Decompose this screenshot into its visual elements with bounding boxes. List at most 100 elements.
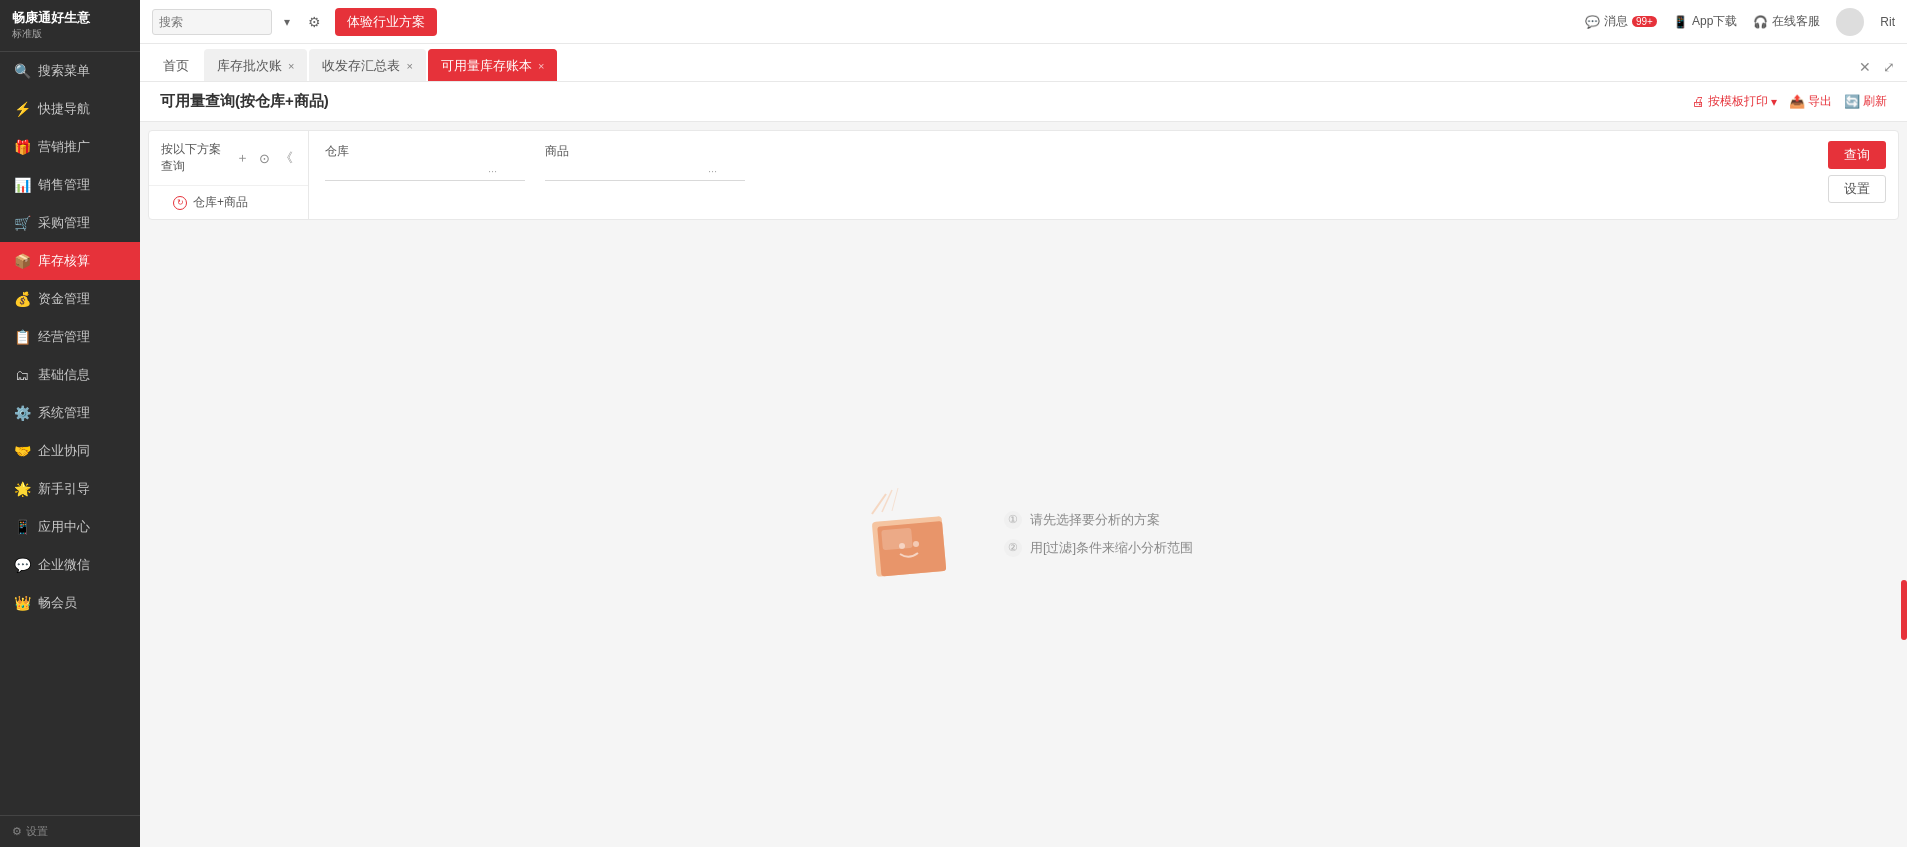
sidebar-item-inventory[interactable]: 📦 库存核算	[0, 242, 140, 280]
sidebar-item-icon-sys-mgmt: ⚙️	[14, 405, 30, 421]
sidebar-item-icon-sales-mgmt: 📊	[14, 177, 30, 193]
topbar-gear-btn[interactable]: ⚙	[302, 12, 327, 32]
tab-close-available-account[interactable]: ×	[538, 60, 544, 72]
sidebar-item-sys-mgmt[interactable]: ⚙️ 系统管理	[0, 394, 140, 432]
svg-line-3	[882, 490, 892, 512]
sidebar-item-icon-search: 🔍	[14, 63, 30, 79]
refresh-icon: 🔄	[1844, 94, 1860, 109]
scheme-item-label: 仓库+商品	[193, 194, 248, 211]
scheme-settings-btn[interactable]: ⊙	[256, 150, 273, 167]
sidebar-item-search[interactable]: 🔍 搜索菜单	[0, 52, 140, 90]
export-icon: 📤	[1789, 94, 1805, 109]
sidebar-item-label-marketing-promo: 营销推广	[38, 138, 90, 156]
topbar-message-item[interactable]: 💬 消息 99+	[1585, 13, 1657, 30]
step2-circle: ②	[1004, 539, 1022, 557]
empty-text: ① 请先选择要分析的方案 ② 用[过滤]条件来缩小分析范围	[1004, 511, 1193, 557]
scheme-panel-title: 按以下方案查询	[161, 141, 229, 175]
support-icon: 🎧	[1753, 15, 1768, 29]
message-badge: 99+	[1632, 16, 1657, 27]
sidebar-bottom-label: 设置	[26, 824, 48, 839]
app-download-label: App下载	[1692, 13, 1737, 30]
warehouse-more-btn[interactable]: ···	[485, 165, 500, 177]
goods-input[interactable]	[545, 164, 705, 178]
sidebar-item-enterprise[interactable]: 🤝 企业协同	[0, 432, 140, 470]
filter-fields: 仓库 ··· 商品 ···	[309, 131, 1816, 219]
expand-btn[interactable]: ⤢	[1881, 57, 1897, 77]
query-btn[interactable]: 查询	[1828, 141, 1886, 169]
export-btn[interactable]: 📤 导出	[1789, 93, 1832, 110]
sidebar-item-label-sys-mgmt: 系统管理	[38, 404, 90, 422]
page-header: 可用量查询(按仓库+商品) 🖨 按模板打印 ▾ 📤 导出 🔄 刷新	[140, 82, 1907, 122]
topbar-dropdown-btn[interactable]: ▾	[280, 13, 294, 31]
sidebar-item-icon-marketing-promo: 🎁	[14, 139, 30, 155]
sidebar-item-label-member: 畅会员	[38, 594, 77, 612]
print-icon: 🖨	[1692, 94, 1705, 109]
sidebar-item-newbie[interactable]: 🌟 新手引导	[0, 470, 140, 508]
scheme-item-warehouse-goods[interactable]: ↻ 仓库+商品	[149, 186, 308, 219]
sidebar-item-label-sales-mgmt: 销售管理	[38, 176, 90, 194]
sidebar-item-icon-member: 👑	[14, 595, 30, 611]
message-icon: 💬	[1585, 15, 1600, 29]
sidebar-item-label-shortcut: 快捷导航	[38, 100, 90, 118]
sidebar-item-icon-newbie: 🌟	[14, 481, 30, 497]
topbar-trial-btn[interactable]: 体验行业方案	[335, 8, 437, 36]
sidebar-item-icon-base-info: 🗂	[14, 367, 30, 383]
sidebar-scroll: 🔍 搜索菜单 ⚡ 快捷导航 🎁 营销推广 📊 销售管理 🛒 采购管理 📦 库存核…	[0, 52, 140, 815]
sidebar-item-label-ops-mgmt: 经营管理	[38, 328, 90, 346]
sidebar-item-marketing-promo[interactable]: 🎁 营销推广	[0, 128, 140, 166]
main-wrapper: ▾ ⚙ 体验行业方案 💬 消息 99+ 📱 App下载 🎧 在线客服 Rit 首…	[140, 0, 1907, 847]
page-header-actions: 🖨 按模板打印 ▾ 📤 导出 🔄 刷新	[1692, 93, 1887, 110]
collapse-scheme-btn[interactable]: 《	[277, 148, 296, 168]
svg-point-6	[913, 541, 919, 547]
sidebar-bottom[interactable]: ⚙ 设置	[0, 815, 140, 847]
page-content: 可用量查询(按仓库+商品) 🖨 按模板打印 ▾ 📤 导出 🔄 刷新	[140, 82, 1907, 847]
scheme-item-icon: ↻	[173, 196, 187, 210]
sidebar-item-shortcut[interactable]: ⚡ 快捷导航	[0, 90, 140, 128]
right-scrollbar[interactable]	[1901, 580, 1907, 640]
sidebar-item-label-corp-wechat: 企业微信	[38, 556, 90, 574]
refresh-btn[interactable]: 🔄 刷新	[1844, 93, 1887, 110]
sidebar-item-finance[interactable]: 💰 资金管理	[0, 280, 140, 318]
sidebar-item-icon-enterprise: 🤝	[14, 443, 30, 459]
topbar-online-support[interactable]: 🎧 在线客服	[1753, 13, 1820, 30]
add-scheme-btn[interactable]: ＋	[233, 148, 252, 168]
filter-field-warehouse: 仓库 ···	[325, 143, 525, 181]
sidebar-item-member[interactable]: 👑 畅会员	[0, 584, 140, 622]
tab-label-collect-summary: 收发存汇总表	[322, 57, 400, 75]
topbar-search-input[interactable]	[152, 9, 272, 35]
logo-title: 畅康通好生意	[12, 10, 128, 27]
topbar: ▾ ⚙ 体验行业方案 💬 消息 99+ 📱 App下载 🎧 在线客服 Rit	[140, 0, 1907, 44]
sidebar-item-base-info[interactable]: 🗂 基础信息	[0, 356, 140, 394]
tab-available-account[interactable]: 可用量库存账本×	[428, 49, 557, 81]
tab-home[interactable]: 首页	[150, 49, 202, 81]
topbar-app-download[interactable]: 📱 App下载	[1673, 13, 1737, 30]
topbar-right: 💬 消息 99+ 📱 App下载 🎧 在线客服 Rit	[1585, 8, 1895, 36]
logo-sub: 标准版	[12, 27, 128, 41]
tab-close-collect-summary[interactable]: ×	[406, 60, 412, 72]
print-dropdown-icon[interactable]: ▾	[1771, 95, 1777, 109]
tab-close-batch-account[interactable]: ×	[288, 60, 294, 72]
message-label: 消息	[1604, 13, 1628, 30]
empty-step1: ① 请先选择要分析的方案	[1004, 511, 1193, 529]
close-all-btn[interactable]: ✕	[1857, 57, 1873, 77]
goods-label: 商品	[545, 143, 745, 160]
sidebar-item-app-center[interactable]: 📱 应用中心	[0, 508, 140, 546]
sidebar-item-icon-finance: 💰	[14, 291, 30, 307]
sidebar-item-sales-mgmt[interactable]: 📊 销售管理	[0, 166, 140, 204]
step1-circle: ①	[1004, 511, 1022, 529]
topbar-avatar[interactable]	[1836, 8, 1864, 36]
sidebar-item-corp-wechat[interactable]: 💬 企业微信	[0, 546, 140, 584]
tab-batch-account[interactable]: 库存批次账×	[204, 49, 307, 81]
sidebar-item-ops-mgmt[interactable]: 📋 经营管理	[0, 318, 140, 356]
filter-settings-btn[interactable]: 设置	[1828, 175, 1886, 203]
goods-more-btn[interactable]: ···	[705, 165, 720, 177]
sidebar-item-label-finance: 资金管理	[38, 290, 90, 308]
sidebar-item-purchase-mgmt[interactable]: 🛒 采购管理	[0, 204, 140, 242]
svg-rect-7	[881, 527, 913, 550]
settings-icon: ⚙	[12, 825, 22, 838]
tab-collect-summary[interactable]: 收发存汇总表 ×	[309, 49, 425, 81]
sidebar-item-label-newbie: 新手引导	[38, 480, 90, 498]
print-btn[interactable]: 🖨 按模板打印 ▾	[1692, 93, 1777, 110]
print-label: 按模板打印	[1708, 93, 1768, 110]
warehouse-input[interactable]	[325, 164, 485, 178]
